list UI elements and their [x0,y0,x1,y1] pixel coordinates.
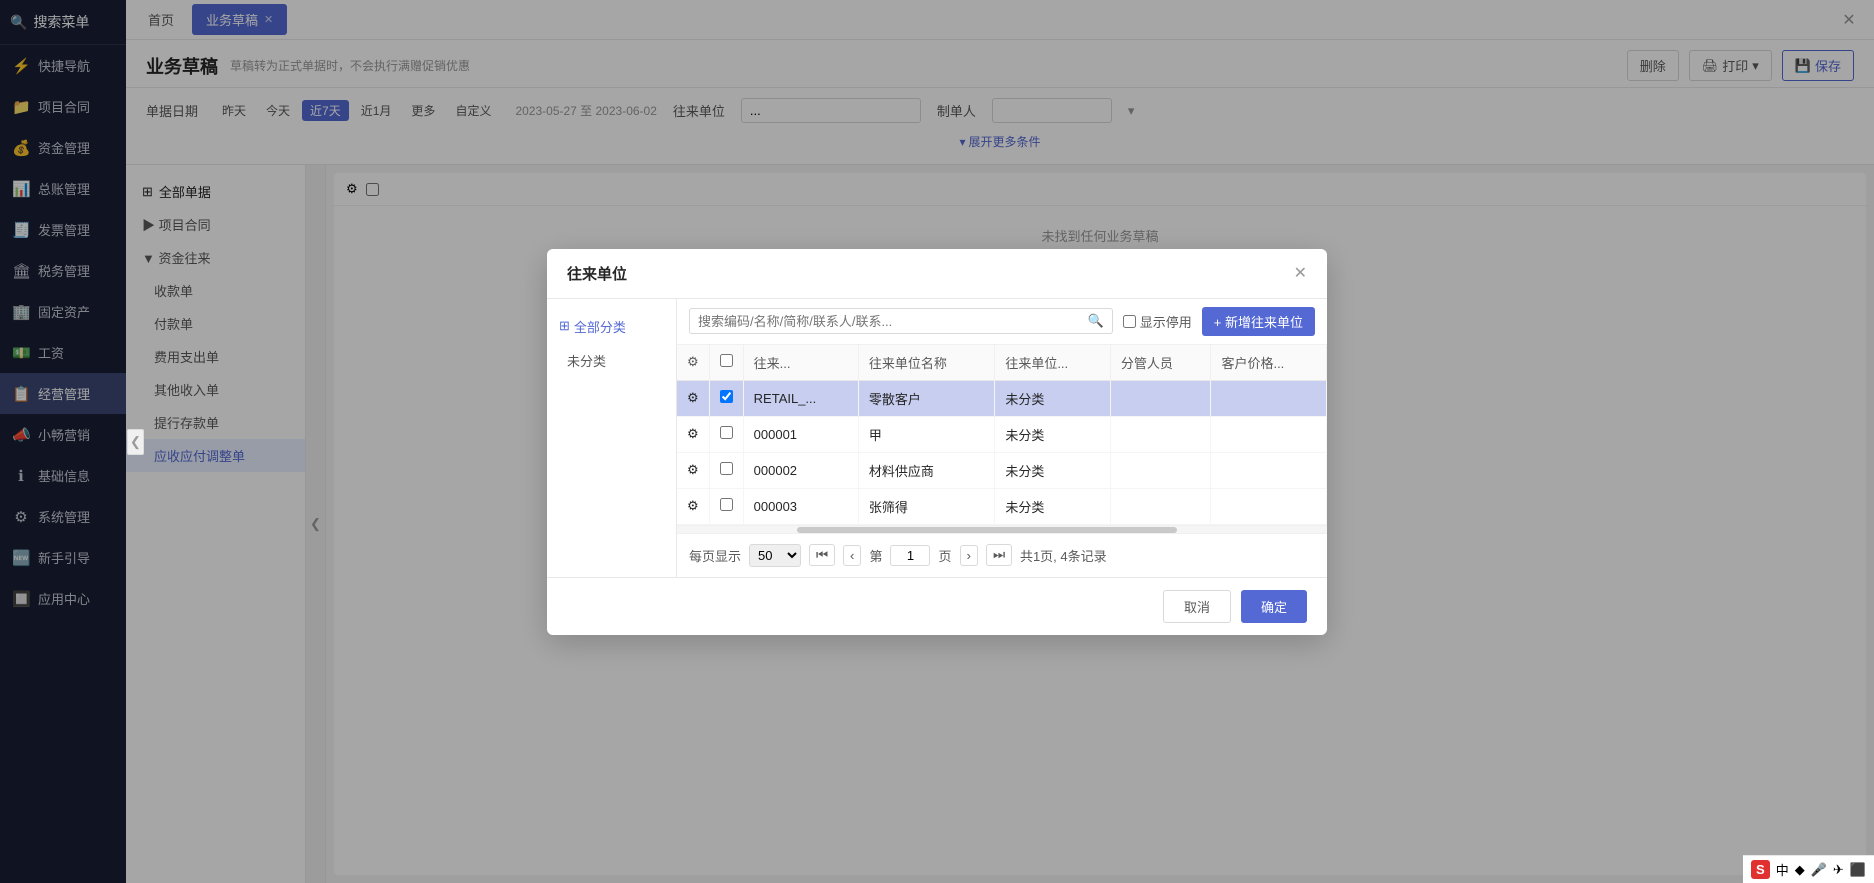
row-code: 000003 [743,488,858,524]
confirm-btn[interactable]: 确定 [1241,590,1307,623]
row-name: 材料供应商 [858,452,994,488]
last-page-btn[interactable]: ⏭ [986,544,1012,566]
show-disabled-checkbox[interactable] [1123,315,1136,328]
row-name: 甲 [858,416,994,452]
table-row[interactable]: ⚙ 000002 材料供应商 未分类 [677,452,1327,488]
row-manager [1110,488,1211,524]
row-category: 未分类 [995,416,1111,452]
airplane-icon[interactable]: ✈ [1833,862,1844,878]
row-price-group [1211,452,1327,488]
col-checkbox [709,345,743,381]
dialog-scrollbar[interactable] [677,525,1327,533]
row-checkbox[interactable] [709,416,743,452]
prev-page-btn[interactable]: ‹ [843,545,861,566]
dialog-table: ⚙ 往来... 往来单位名称 往来单位... 分管人员 客户价格... ⚙ [677,345,1327,525]
row-price-group [1211,380,1327,416]
dialog-title: 往来单位 [567,263,627,284]
dialog-header: 往来单位 ✕ [547,249,1327,299]
row-manager [1110,380,1211,416]
row-price-group [1211,488,1327,524]
row-gear[interactable]: ⚙ [677,452,709,488]
search-icon-btn[interactable]: 🔍 [1088,313,1104,329]
bottom-taskbar: S 中 ◆ 🎤 ✈ ⬛ [1743,855,1874,883]
dialog-footer: 取消 确定 [547,577,1327,635]
dialog-body: ⊞ 全部分类 未分类 ❮ 🔍 [547,299,1327,577]
ime-icon[interactable]: 中 [1776,860,1789,879]
row-gear[interactable]: ⚙ [677,416,709,452]
dialog-sidebar: ⊞ 全部分类 未分类 ❮ [547,299,677,577]
next-page-btn[interactable]: › [960,545,978,566]
dialog-overlay[interactable]: 往来单位 ✕ ⊞ 全部分类 未分类 ❮ [0,0,1874,883]
grid-icon-2: ⊞ [559,318,570,334]
pagination: 每页显示 50 20 100 ⏮ ‹ 第 页 › ⏭ 共1页, 4条记录 [677,533,1327,577]
show-disabled-label[interactable]: 显示停用 [1123,312,1192,331]
row-code: 000002 [743,452,858,488]
all-categories-header[interactable]: ⊞ 全部分类 [547,309,676,344]
col-code: 往来... [743,345,858,381]
mic-icon[interactable]: 🎤 [1811,862,1827,878]
first-page-btn[interactable]: ⏮ [809,544,835,566]
row-name: 零散客户 [858,380,994,416]
partner-dialog: 往来单位 ✕ ⊞ 全部分类 未分类 ❮ [547,249,1327,635]
row-price-group [1211,416,1327,452]
brand-icon: S [1751,860,1770,879]
row-checkbox[interactable] [709,488,743,524]
diamond-icon[interactable]: ◆ [1795,862,1805,878]
col-settings: ⚙ [677,345,709,381]
col-type: 往来单位... [995,345,1111,381]
table-row[interactable]: ⚙ RETAIL_... 零散客户 未分类 [677,380,1327,416]
row-checkbox[interactable] [709,452,743,488]
col-manager: 分管人员 [1110,345,1211,381]
dialog-close-btn[interactable]: ✕ [1294,263,1307,283]
dialog-content: 🔍 显示停用 + 新增往来单位 ⚙ [677,299,1327,577]
row-code: RETAIL_... [743,380,858,416]
search-input[interactable] [698,314,1082,329]
header-checkbox[interactable] [720,354,733,367]
box-icon[interactable]: ⬛ [1850,862,1866,878]
row-gear[interactable]: ⚙ [677,380,709,416]
row-category: 未分类 [995,452,1111,488]
row-code: 000001 [743,416,858,452]
table-header-row: ⚙ 往来... 往来单位名称 往来单位... 分管人员 客户价格... [677,345,1327,381]
row-category: 未分类 [995,380,1111,416]
col-price-group: 客户价格... [1211,345,1327,381]
per-page-select[interactable]: 50 20 100 [749,544,801,567]
dialog-search-toolbar: 🔍 显示停用 + 新增往来单位 [677,299,1327,345]
table-row[interactable]: ⚙ 000001 甲 未分类 [677,416,1327,452]
search-box: 🔍 [689,308,1113,334]
scrollbar-thumb[interactable] [797,527,1177,533]
row-manager [1110,452,1211,488]
row-gear[interactable]: ⚙ [677,488,709,524]
add-partner-btn[interactable]: + 新增往来单位 [1202,307,1315,336]
row-manager [1110,416,1211,452]
table-row[interactable]: ⚙ 000003 张筛得 未分类 [677,488,1327,524]
row-name: 张筛得 [858,488,994,524]
uncategorized-item[interactable]: 未分类 [547,344,676,377]
page-number-input[interactable] [890,545,930,566]
row-category: 未分类 [995,488,1111,524]
col-name: 往来单位名称 [858,345,994,381]
row-checkbox[interactable] [709,380,743,416]
cancel-btn[interactable]: 取消 [1163,590,1231,623]
